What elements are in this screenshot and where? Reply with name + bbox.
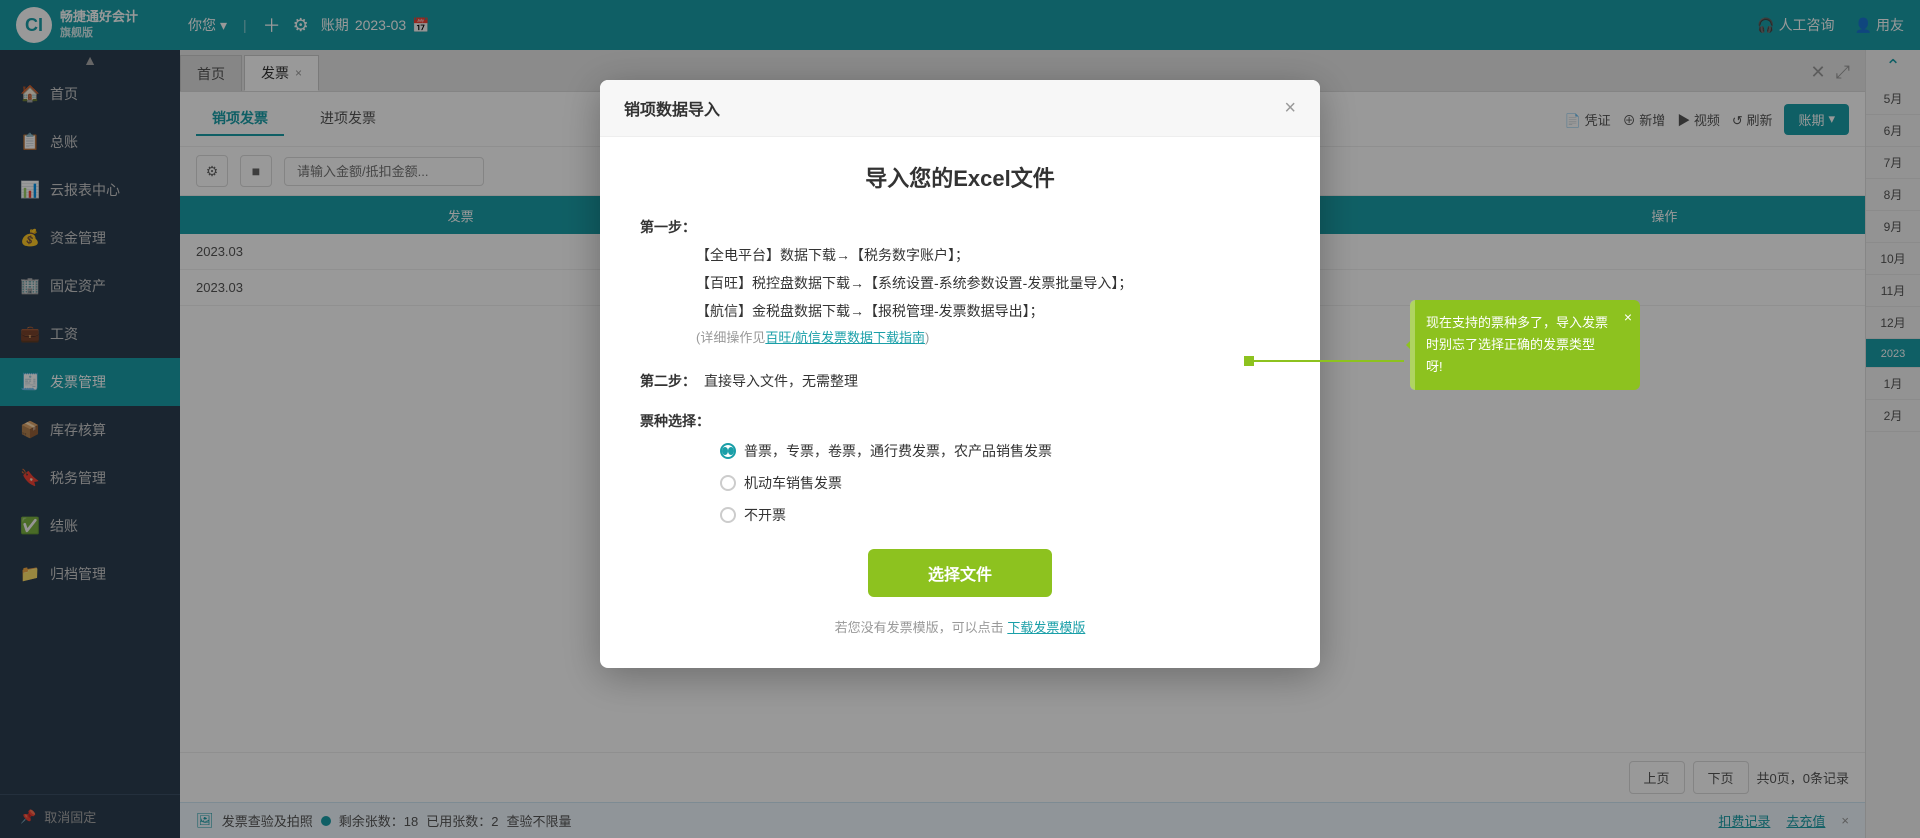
- import-title: 导入您的Excel文件: [640, 161, 1280, 193]
- tooltip-bar: [1410, 300, 1415, 390]
- step1-content: 【全电平台】数据下载→【税务数字账户】； 【百旺】税控盘数据下载→【系统设置-系…: [696, 241, 1280, 351]
- modal-title: 销项数据导入: [624, 96, 720, 120]
- step1-note: (详细操作见百旺/航信发票数据下载指南): [696, 325, 1280, 351]
- tooltip-bubble: 现在支持的票种多了，导入发票时别忘了选择正确的发票类型呀! ×: [1410, 300, 1640, 390]
- modal-header: 销项数据导入 ×: [600, 80, 1320, 137]
- tooltip-text: 现在支持的票种多了，导入发票时别忘了选择正确的发票类型呀!: [1426, 315, 1608, 374]
- modal-overlay: 销项数据导入 × 导入您的Excel文件 第一步： 【全电平台】数据下载→【税务…: [0, 0, 1920, 838]
- step1-label: 第一步：: [640, 219, 696, 235]
- radio-item-1[interactable]: 普票，专票，卷票，通行费发票，农产品销售发票: [720, 441, 1280, 461]
- radio-group: 普票，专票，卷票，通行费发票，农产品销售发票 机动车销售发票 不开票: [720, 441, 1280, 525]
- ticket-type-section: 票种选择： 普票，专票，卷票，通行费发票，农产品销售发票 机动车销售发票: [640, 411, 1280, 525]
- radio-3-circle: [720, 507, 736, 523]
- modal-footer-note: 若您没有发票模版，可以点击 下载发票模版: [640, 617, 1280, 636]
- select-file-button[interactable]: 选择文件: [868, 549, 1052, 597]
- radio-item-2[interactable]: 机动车销售发票: [720, 473, 1280, 493]
- radio-item-3[interactable]: 不开票: [720, 505, 1280, 525]
- tooltip-container: 现在支持的票种多了，导入发票时别忘了选择正确的发票类型呀! ×: [1410, 300, 1640, 390]
- step-1-section: 第一步： 【全电平台】数据下载→【税务数字账户】； 【百旺】税控盘数据下载→【系…: [640, 217, 1280, 351]
- step-2-section: 第二步： 直接导入文件，无需整理: [640, 371, 1280, 391]
- tooltip-line: [1254, 360, 1404, 362]
- ticket-label: 票种选择：: [640, 413, 710, 429]
- guide-link[interactable]: 百旺/航信发票数据下载指南: [765, 330, 925, 345]
- step2-label: 第二步：: [640, 371, 696, 391]
- modal-close-button[interactable]: ×: [1284, 98, 1296, 118]
- download-template-link[interactable]: 下载发票模版: [1007, 620, 1085, 635]
- import-modal: 销项数据导入 × 导入您的Excel文件 第一步： 【全电平台】数据下载→【税务…: [600, 80, 1320, 668]
- radio-1-circle: [720, 443, 736, 459]
- tooltip-close-icon[interactable]: ×: [1624, 306, 1632, 330]
- tooltip-dot: [1244, 356, 1254, 366]
- radio-2-circle: [720, 475, 736, 491]
- step2-content: 直接导入文件，无需整理: [704, 371, 858, 391]
- modal-body: 导入您的Excel文件 第一步： 【全电平台】数据下载→【税务数字账户】； 【百…: [600, 137, 1320, 668]
